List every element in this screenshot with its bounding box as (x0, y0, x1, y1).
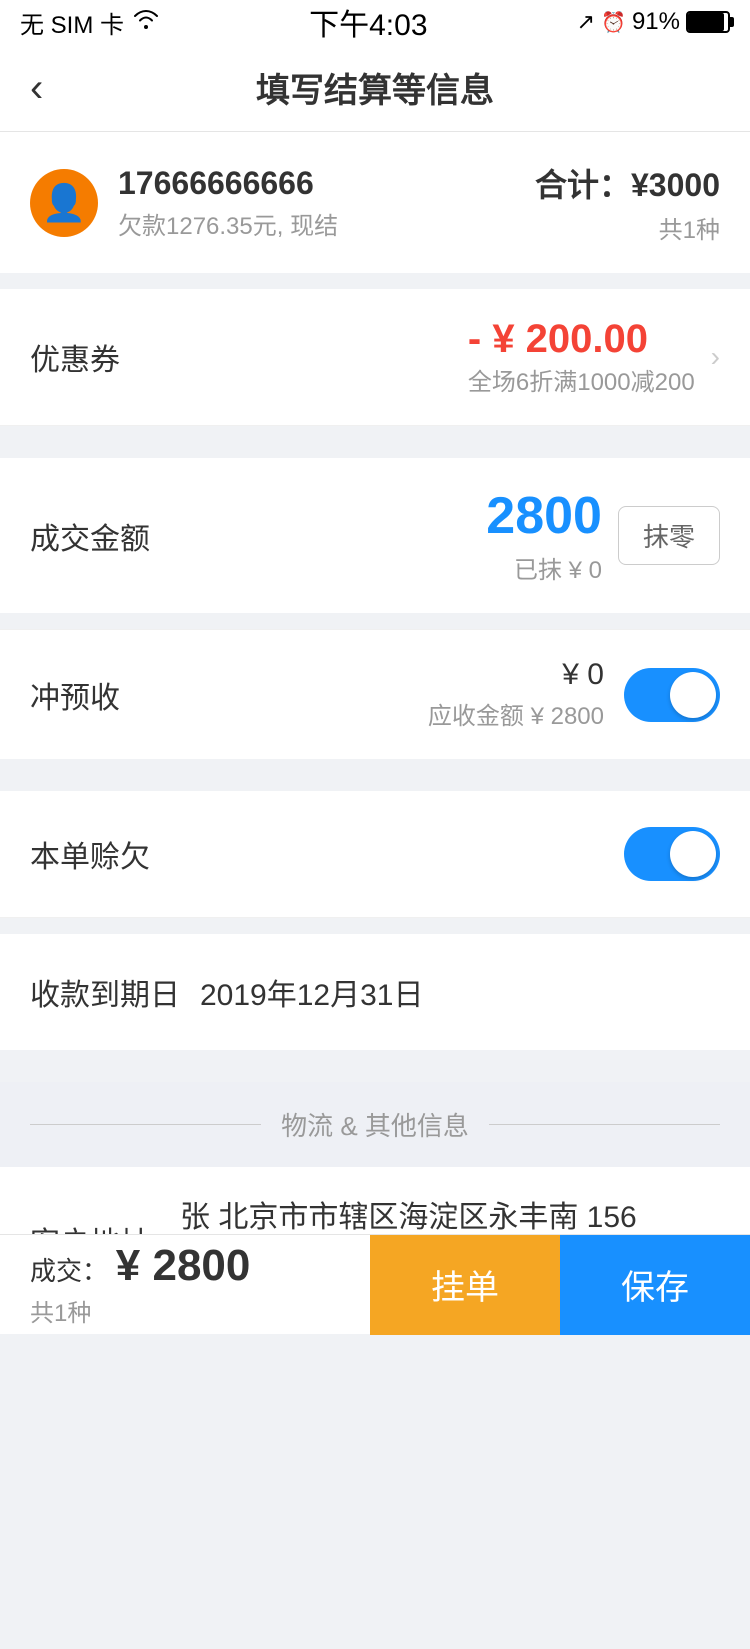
deal-amount-sub: 已抹 ¥ 0 (486, 550, 602, 585)
customer-details: 17666666666 欠款1276.35元, 现结 (118, 165, 535, 241)
hang-button[interactable]: 挂单 (370, 1235, 560, 1335)
save-button[interactable]: 保存 (560, 1235, 750, 1335)
battery-icon (686, 11, 730, 33)
prepay-label: 冲预收 (30, 673, 120, 717)
debt-row: 本单赊欠 (0, 791, 750, 918)
discount-amount: - ¥ 200.00 (468, 317, 695, 362)
total-count: 共1种 (535, 210, 720, 245)
deal-amount-row: 成交金额 2800 已抹 ¥ 0 抹零 (0, 458, 750, 613)
bottom-spacer (0, 1329, 750, 1529)
discount-value-block: - ¥ 200.00 全场6折满1000减200 (468, 317, 695, 397)
discount-label: 优惠券 (30, 335, 120, 379)
location-icon: ↗ (577, 9, 595, 35)
discount-row[interactable]: 优惠券 - ¥ 200.00 全场6折满1000减200 › (0, 289, 750, 426)
status-bar: 无 SIM 卡 下午4:03 ↗ ⏰ 91% (0, 0, 750, 44)
nav-bar: ‹ 填写结算等信息 (0, 44, 750, 132)
user-icon: 👤 (42, 182, 87, 224)
due-date-value: 2019年12月31日 (200, 970, 423, 1014)
bottom-deal-label: 成交： (30, 1256, 108, 1286)
discount-right: - ¥ 200.00 全场6折满1000减200 › (468, 317, 720, 397)
bottom-count: 共1种 (30, 1293, 340, 1328)
carrier-text: 无 SIM 卡 (20, 5, 124, 40)
deal-amount-value: 2800 (486, 486, 602, 546)
divider-line-right (489, 1124, 720, 1125)
bottom-deal-amount: ¥ 2800 (116, 1241, 251, 1290)
discount-chevron: › (711, 341, 720, 373)
avatar: 👤 (30, 169, 98, 237)
logistics-divider: 物流 & 其他信息 (0, 1082, 750, 1167)
wifi-icon (132, 8, 160, 36)
debt-label: 本单赊欠 (30, 832, 150, 876)
prepay-toggle[interactable] (624, 668, 720, 722)
content: 👤 17666666666 欠款1276.35元, 现结 合计：¥3000 共1… (0, 132, 750, 1649)
due-date-row: 收款到期日 2019年12月31日 (0, 934, 750, 1050)
page-title: 填写结算等信息 (256, 63, 494, 112)
bottom-deal-line: 成交： ¥ 2800 (30, 1241, 340, 1291)
back-button[interactable]: ‹ (30, 68, 43, 108)
total-amount: 合计：¥3000 (535, 160, 720, 206)
prepay-amount-block: ¥ 0 应收金额 ¥ 2800 (428, 658, 604, 731)
battery-text: 91% (632, 8, 680, 36)
debt-toggle-knob (670, 831, 716, 877)
alarm-icon: ⏰ (601, 10, 626, 35)
customer-total: 合计：¥3000 共1种 (535, 160, 720, 245)
deal-amount-right: 2800 已抹 ¥ 0 抹零 (486, 486, 720, 585)
prepay-right: ¥ 0 应收金额 ¥ 2800 (428, 658, 720, 731)
due-date-label: 收款到期日 (30, 970, 180, 1014)
logistics-divider-text: 物流 & 其他信息 (281, 1106, 469, 1143)
section-divider-2 (0, 775, 750, 791)
section-divider-3 (0, 1066, 750, 1082)
debt-toggle[interactable] (624, 827, 720, 881)
round-off-button[interactable]: 抹零 (618, 506, 720, 565)
status-left: 无 SIM 卡 (20, 5, 160, 40)
divider-line-left (30, 1124, 261, 1125)
bottom-summary: 成交： ¥ 2800 共1种 (0, 1241, 370, 1328)
customer-info-section: 👤 17666666666 欠款1276.35元, 现结 合计：¥3000 共1… (0, 132, 750, 273)
bottom-bar: 成交： ¥ 2800 共1种 挂单 保存 (0, 1234, 750, 1334)
status-time: 下午4:03 (309, 0, 427, 44)
deal-amount-block: 2800 已抹 ¥ 0 (486, 486, 602, 585)
section-divider-1 (0, 442, 750, 458)
toggle-knob (670, 672, 716, 718)
status-right: ↗ ⏰ 91% (577, 8, 730, 36)
prepay-sub: 应收金额 ¥ 2800 (428, 696, 604, 731)
customer-phone: 17666666666 (118, 165, 535, 202)
deal-amount-label: 成交金额 (30, 514, 150, 558)
discount-desc: 全场6折满1000减200 (468, 362, 695, 397)
prepay-row: 冲预收 ¥ 0 应收金额 ¥ 2800 (0, 629, 750, 759)
prepay-amount: ¥ 0 (428, 658, 604, 692)
customer-debt: 欠款1276.35元, 现结 (118, 206, 535, 241)
